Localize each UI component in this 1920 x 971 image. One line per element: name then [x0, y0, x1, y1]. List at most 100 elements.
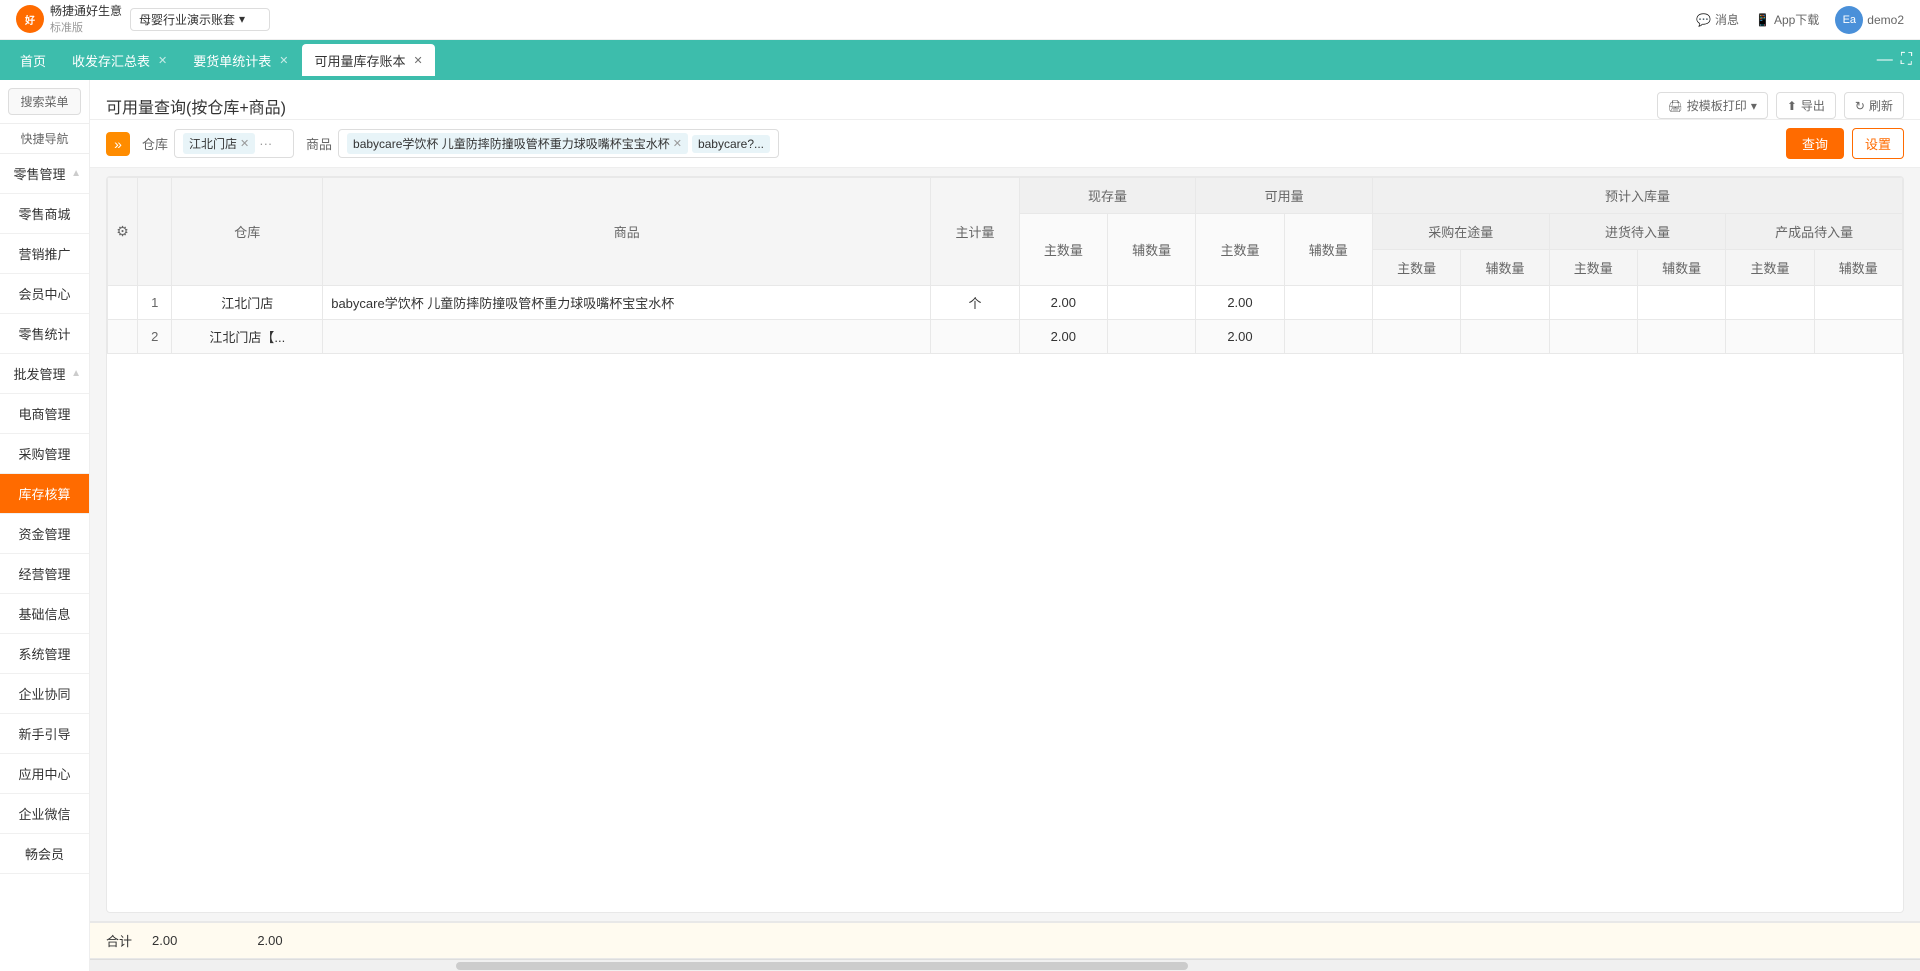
product-filter-group: 商品 babycare学饮杯 儿童防摔防撞吸管杯重力球吸嘴杯宝宝水杯 ✕ bab…	[306, 129, 779, 158]
sidebar-item-basic-info[interactable]: 基础信息	[0, 594, 89, 634]
settings-button[interactable]: 设置	[1852, 128, 1904, 159]
row2-num: 2	[138, 320, 172, 354]
table-row: 1 江北门店 babycare学饮杯 儿童防摔防撞吸管杯重力球吸嘴杯宝宝水杯 个…	[108, 286, 1903, 320]
th-settings: ⚙	[108, 178, 138, 286]
chevron-icon: ▲	[71, 168, 81, 179]
sidebar-item-retail-mgmt-label: 零售管理	[8, 164, 71, 183]
th-incoming-group: 进货待入量	[1549, 214, 1726, 250]
chevron-icon-2: ▲	[71, 368, 81, 379]
th-incoming-main: 主数量	[1549, 250, 1637, 286]
data-table: ⚙ 仓库 商品 主计量 现存量 可用量 预计入库量 主数量 辅数量 主数量	[107, 177, 1903, 354]
th-purchase-main: 主数量	[1372, 250, 1460, 286]
th-forecast-group: 预计入库量	[1372, 178, 1902, 214]
nav-minimize-button[interactable]: —	[1877, 51, 1893, 69]
sidebar: 搜索菜单 快捷导航 零售管理 ▲ 零售商城 营销推广 会员中心 零售统计 批发管…	[0, 80, 90, 971]
sidebar-item-wholesale-mgmt[interactable]: 批发管理 ▲	[0, 354, 89, 394]
row1-production-main	[1726, 286, 1814, 320]
sidebar-item-ecommerce-label: 电商管理	[8, 404, 81, 423]
scroll-thumb[interactable]	[456, 962, 1188, 970]
gear-icon[interactable]: ⚙	[116, 223, 129, 239]
footer-values: 2.00 2.00	[152, 933, 283, 948]
warehouse-tag-close[interactable]: ✕	[240, 137, 249, 150]
row2-avail-main: 2.00	[1196, 320, 1284, 354]
sidebar-item-marketing[interactable]: 营销推广	[0, 234, 89, 274]
row2-production-aux	[1814, 320, 1902, 354]
horizontal-scrollbar[interactable]	[90, 959, 1920, 971]
sidebar-item-inventory[interactable]: 库存核算	[0, 474, 89, 514]
product-filter-input[interactable]: babycare学饮杯 儿童防摔防撞吸管杯重力球吸嘴杯宝宝水杯 ✕ babyca…	[338, 129, 779, 158]
user-menu[interactable]: Ea demo2	[1835, 6, 1904, 34]
search-menu-button[interactable]: 搜索菜单	[8, 88, 81, 115]
top-bar-right: 💬 消息 📱 App下载 Ea demo2	[1696, 6, 1904, 34]
sidebar-item-member-plus[interactable]: 畅会员	[0, 834, 89, 874]
tab-receivable-summary[interactable]: 收发存汇总表 ✕	[60, 44, 179, 76]
th-row-num	[138, 178, 172, 286]
warehouse-filter-input[interactable]: 江北门店 ✕ ···	[174, 129, 294, 158]
logo-text-block: 畅捷通好生意 标准版	[50, 4, 122, 34]
print-icon: 🖨	[1668, 99, 1683, 113]
sidebar-item-retail-mall[interactable]: 零售商城	[0, 194, 89, 234]
top-bar-left: 好 畅捷通好生意 标准版 母婴行业演示账套 ▾	[16, 4, 270, 34]
tab-order-stats[interactable]: 要货单统计表 ✕	[181, 44, 300, 76]
tab-available-inventory[interactable]: 可用量库存账本 ✕	[302, 44, 434, 76]
row2-avail-aux	[1284, 320, 1372, 354]
user-label: demo2	[1867, 13, 1904, 27]
row2-stock-aux	[1107, 320, 1195, 354]
row1-settings	[108, 286, 138, 320]
sidebar-item-app-label: 应用中心	[8, 764, 81, 783]
sidebar-item-finance-label: 资金管理	[8, 524, 81, 543]
th-purchase-aux: 辅数量	[1461, 250, 1549, 286]
sidebar-item-member-center[interactable]: 会员中心	[0, 274, 89, 314]
sidebar-item-system-mgmt[interactable]: 系统管理	[0, 634, 89, 674]
sidebar-item-enterprise-label: 企业协同	[8, 684, 81, 703]
tab-home[interactable]: 首页	[8, 44, 58, 76]
footer-stock-main: 2.00	[152, 933, 177, 948]
app-download-button[interactable]: 📱 App下载	[1755, 11, 1819, 28]
sidebar-item-app-center[interactable]: 应用中心	[0, 754, 89, 794]
row1-avail-main: 2.00	[1196, 286, 1284, 320]
th-production-group: 产成品待入量	[1726, 214, 1903, 250]
warehouse-more[interactable]: ···	[259, 136, 272, 151]
export-label: 导出	[1801, 97, 1825, 114]
sidebar-item-retail-stats[interactable]: 零售统计	[0, 314, 89, 354]
quick-nav-button[interactable]: 快捷导航	[0, 124, 89, 154]
message-button[interactable]: 💬 消息	[1696, 11, 1739, 28]
nav-actions: — ⛶	[1877, 51, 1912, 69]
sidebar-item-beginner[interactable]: 新手引导	[0, 714, 89, 754]
chevron-down-icon: ▾	[239, 12, 245, 26]
refresh-button[interactable]: ↻ 刷新	[1844, 92, 1904, 119]
row1-incoming-main	[1549, 286, 1637, 320]
nav-maximize-button[interactable]: ⛶	[1901, 51, 1912, 69]
industry-select[interactable]: 母婴行业演示账套 ▾	[130, 8, 270, 31]
product-tag-1-close[interactable]: ✕	[673, 137, 682, 150]
export-icon: ⬆	[1787, 99, 1797, 113]
print-button[interactable]: 🖨 按模板打印 ▾	[1657, 92, 1768, 119]
sidebar-item-operations[interactable]: 经营管理	[0, 554, 89, 594]
tab-receivable-close[interactable]: ✕	[158, 54, 167, 67]
logo-area: 好 畅捷通好生意 标准版	[16, 4, 122, 34]
product-tag-1-text: babycare学饮杯 儿童防摔防撞吸管杯重力球吸嘴杯宝宝水杯	[353, 135, 670, 152]
tab-order-close[interactable]: ✕	[279, 54, 288, 67]
sidebar-item-enterprise-collab[interactable]: 企业协同	[0, 674, 89, 714]
th-main-unit: 主计量	[931, 178, 1019, 286]
sidebar-item-ecommerce[interactable]: 电商管理	[0, 394, 89, 434]
sidebar-item-member-plus-label: 畅会员	[8, 844, 81, 863]
tab-available-close[interactable]: ✕	[414, 54, 423, 67]
product-tag-2-text: babycare?...	[698, 137, 764, 151]
row2-purchase-aux	[1461, 320, 1549, 354]
sidebar-item-finance[interactable]: 资金管理	[0, 514, 89, 554]
sidebar-item-enterprise-wechat[interactable]: 企业微信	[0, 794, 89, 834]
main-layout: 搜索菜单 快捷导航 零售管理 ▲ 零售商城 营销推广 会员中心 零售统计 批发管…	[0, 80, 1920, 971]
sidebar-item-retail-mall-label: 零售商城	[8, 204, 81, 223]
filter-expand-button[interactable]: »	[106, 132, 130, 156]
logo-icon: 好	[16, 5, 44, 33]
sidebar-item-marketing-label: 营销推广	[8, 244, 81, 263]
sidebar-item-purchase[interactable]: 采购管理	[0, 434, 89, 474]
table-header-row-1: ⚙ 仓库 商品 主计量 现存量 可用量 预计入库量	[108, 178, 1903, 214]
sidebar-item-wholesale-label: 批发管理	[8, 364, 71, 383]
export-button[interactable]: ⬆ 导出	[1776, 92, 1836, 119]
tab-home-label: 首页	[20, 51, 46, 70]
sidebar-item-retail-mgmt[interactable]: 零售管理 ▲	[0, 154, 89, 194]
row2-warehouse: 江北门店【...	[172, 320, 323, 354]
query-button[interactable]: 查询	[1786, 128, 1844, 159]
